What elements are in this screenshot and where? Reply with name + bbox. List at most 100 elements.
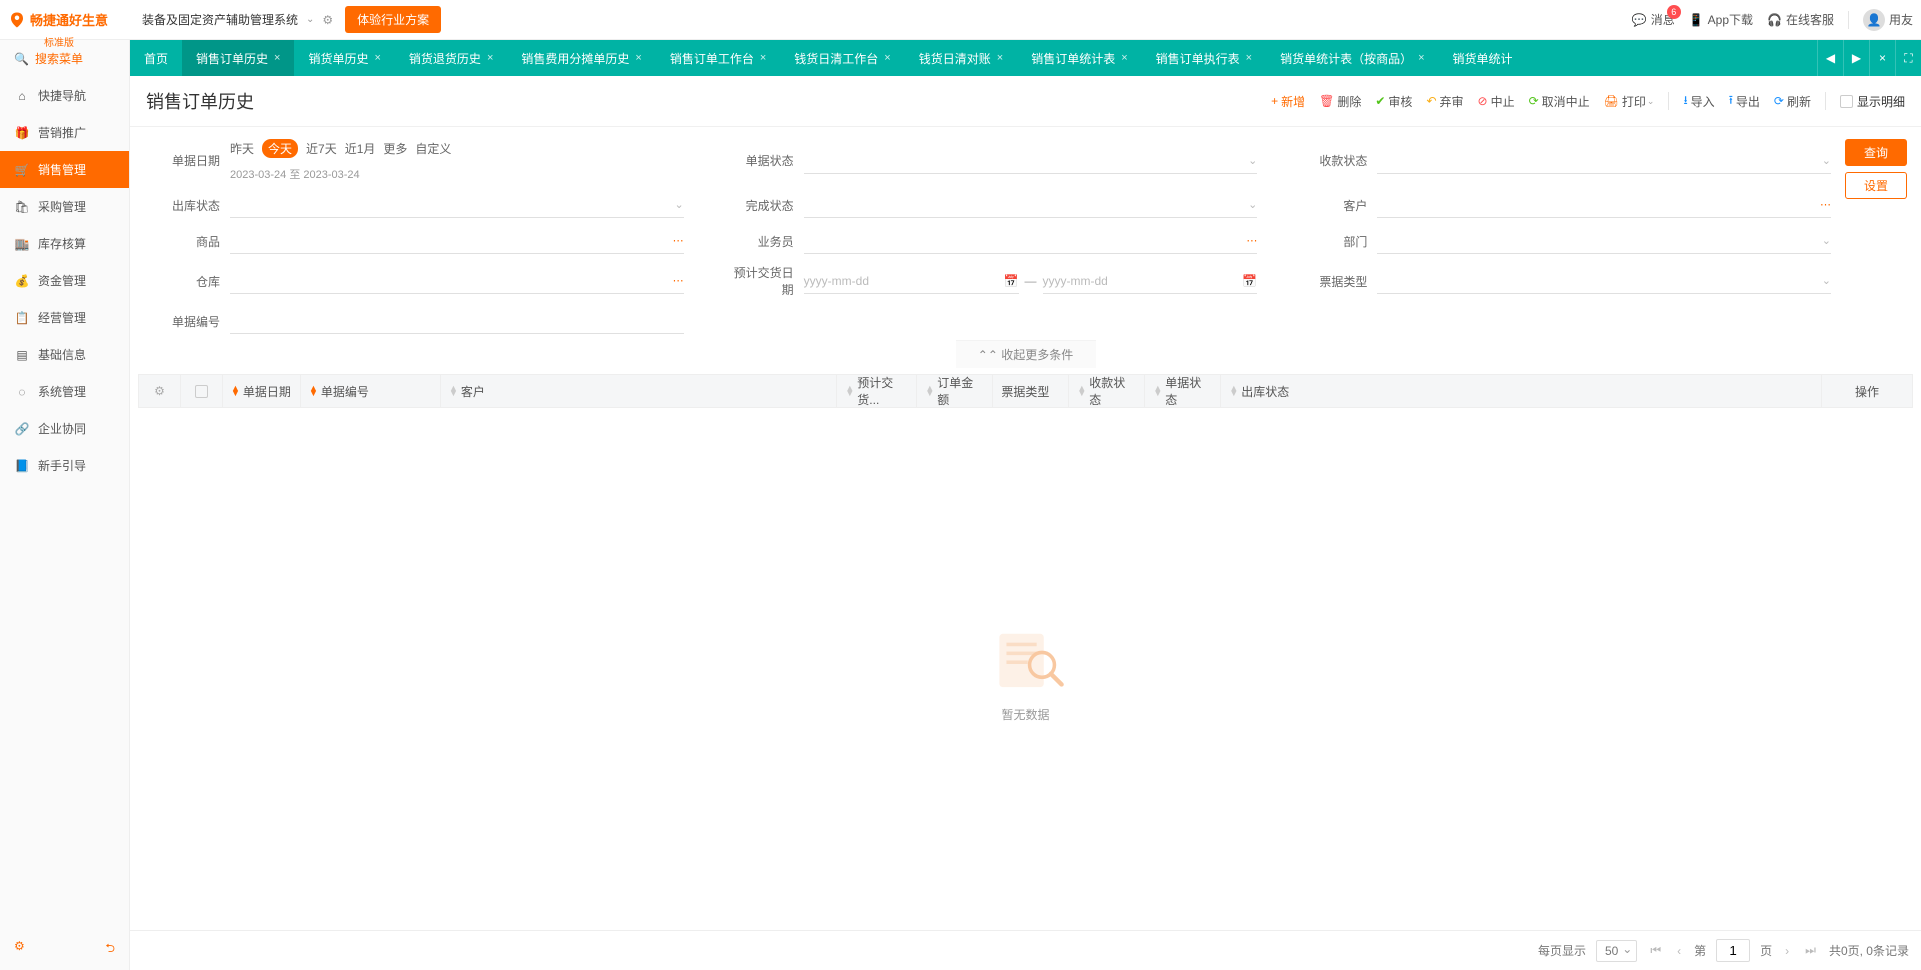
solution-button[interactable]: 体验行业方案 <box>345 6 441 33</box>
close-icon[interactable]: × <box>635 52 641 64</box>
sidebar-item-operation[interactable]: 📋经营管理 <box>0 299 129 336</box>
sidebar-item-quicknav[interactable]: ⌂快捷导航 <box>0 77 129 114</box>
close-icon[interactable]: × <box>374 52 380 64</box>
close-icon[interactable]: × <box>487 52 493 64</box>
audit-button[interactable]: ✔审核 <box>1375 93 1412 110</box>
first-page-button[interactable]: ⏮ <box>1647 943 1664 958</box>
bill-status-select[interactable]: ⌄ <box>804 148 1258 174</box>
next-page-button[interactable]: › <box>1782 944 1792 958</box>
sidebar-item-sales[interactable]: 🛒销售管理 <box>0 151 129 188</box>
sidebar-item-finance[interactable]: 💰资金管理 <box>0 262 129 299</box>
tab-sales-stats[interactable]: 销货单统计 <box>1439 40 1527 76</box>
show-detail-checkbox[interactable]: 显示明细 <box>1840 93 1905 110</box>
tab-order-stats[interactable]: 销售订单统计表× <box>1017 40 1141 76</box>
last-page-button[interactable]: ⏭ <box>1802 943 1819 958</box>
sidebar: 🔍 搜索菜单 ⌂快捷导航 🎁营销推广 🛒销售管理 🛍采购管理 🏬库存核算 💰资金… <box>0 40 130 970</box>
tabs-scroll-left[interactable]: ◀ <box>1817 40 1843 76</box>
deliver-date-to[interactable]: yyyy-mm-dd📅 <box>1043 268 1258 294</box>
print-button[interactable]: 🖨打印⌄ <box>1604 93 1655 110</box>
export-button[interactable]: ⭱导出 <box>1729 91 1760 112</box>
col-date[interactable]: ▲▼单据日期 <box>223 375 301 407</box>
collapse-icon[interactable]: ⮌ <box>105 939 115 960</box>
sidebar-item-system[interactable]: ◌系统管理 <box>0 373 129 410</box>
tab-order-exec[interactable]: 销售订单执行表× <box>1142 40 1266 76</box>
pay-status-select[interactable]: ⌄ <box>1377 148 1831 174</box>
close-icon[interactable]: × <box>997 52 1003 64</box>
dq-1month[interactable]: 近1月 <box>345 140 376 157</box>
tab-sales-history[interactable]: 销货单历史× <box>294 40 394 76</box>
close-icon[interactable]: × <box>274 52 280 64</box>
download-button[interactable]: 📱 App下载 <box>1689 11 1753 28</box>
col-customer[interactable]: ▲▼客户 <box>441 375 837 407</box>
user-menu[interactable]: 👤 用友 <box>1863 9 1913 31</box>
close-icon[interactable]: × <box>1418 52 1424 64</box>
col-status[interactable]: ▲▼单据状态 <box>1145 375 1221 407</box>
warehouse-icon: 🏬 <box>14 237 30 251</box>
salesman-picker[interactable]: ⋯ <box>804 228 1258 254</box>
abandon-button[interactable]: ↶弃审 <box>1426 93 1463 110</box>
dq-custom[interactable]: 自定义 <box>415 140 451 157</box>
sidebar-item-marketing[interactable]: 🎁营销推广 <box>0 114 129 151</box>
settings-button[interactable]: 设置 <box>1845 172 1907 199</box>
database-icon: ▤ <box>14 348 30 362</box>
col-no[interactable]: ▲▼单据编号 <box>301 375 441 407</box>
messages-button[interactable]: 💬 消息 6 <box>1632 11 1675 28</box>
finish-status-select[interactable]: ⌄ <box>804 192 1258 218</box>
warehouse-picker[interactable]: ⋯ <box>230 268 684 294</box>
delete-button[interactable]: 🗑删除 <box>1319 93 1361 110</box>
dept-select[interactable]: ⌄ <box>1377 228 1831 254</box>
deliver-date-from[interactable]: yyyy-mm-dd📅 <box>804 268 1019 294</box>
col-out[interactable]: ▲▼出库状态 <box>1221 375 1822 407</box>
tab-order-workbench[interactable]: 销售订单工作台× <box>656 40 780 76</box>
dq-7days[interactable]: 近7天 <box>306 140 337 157</box>
sidebar-item-purchase[interactable]: 🛍采购管理 <box>0 188 129 225</box>
close-icon[interactable]: × <box>884 52 890 64</box>
tab-daily-workbench[interactable]: 钱货日清工作台× <box>780 40 904 76</box>
dq-yesterday[interactable]: 昨天 <box>230 140 254 157</box>
out-status-select[interactable]: ⌄ <box>230 192 684 218</box>
system-selector[interactable]: 装备及固定资产辅助管理系统 ⌄ <box>142 11 314 28</box>
col-checkbox[interactable] <box>181 375 223 407</box>
tabs-scroll-right[interactable]: ▶ <box>1843 40 1869 76</box>
tab-home[interactable]: 首页 <box>130 40 182 76</box>
close-icon[interactable]: × <box>760 52 766 64</box>
search-button[interactable]: 查询 <box>1845 139 1907 166</box>
sidebar-item-guide[interactable]: 📘新手引导 <box>0 447 129 484</box>
prev-page-button[interactable]: ‹ <box>1674 944 1684 958</box>
dq-today[interactable]: 今天 <box>262 139 298 158</box>
tab-sales-order-history[interactable]: 销售订单历史× <box>182 40 294 76</box>
stop-button[interactable]: ⊘中止 <box>1478 93 1515 110</box>
collapse-filters[interactable]: ⌃⌃ 收起更多条件 <box>956 340 1096 368</box>
col-settings[interactable]: ⚙ <box>139 375 181 407</box>
bill-no-input[interactable] <box>230 308 684 334</box>
refresh-button[interactable]: ⟳刷新 <box>1774 93 1811 110</box>
customer-picker[interactable]: ⋯ <box>1377 192 1831 218</box>
gear-icon[interactable]: ⚙ <box>14 939 25 960</box>
sidebar-item-base[interactable]: ▤基础信息 <box>0 336 129 373</box>
sidebar-item-inventory[interactable]: 🏬库存核算 <box>0 225 129 262</box>
col-ticket[interactable]: 票据类型 <box>993 375 1069 407</box>
close-icon[interactable]: × <box>1246 52 1252 64</box>
unstop-button[interactable]: ⟳取消中止 <box>1529 93 1590 110</box>
tab-daily-recon[interactable]: 钱货日清对账× <box>905 40 1017 76</box>
gear-icon[interactable]: ⚙ <box>322 13 333 27</box>
tab-sales-stats-goods[interactable]: 销货单统计表（按商品）× <box>1266 40 1438 76</box>
fullscreen-icon[interactable]: ⛶ <box>1895 40 1921 76</box>
chevron-down-icon: ⌄ <box>674 198 683 211</box>
import-button[interactable]: ⭳导入 <box>1683 91 1714 112</box>
page-input[interactable] <box>1716 939 1750 962</box>
tab-return-history[interactable]: 销货退货历史× <box>395 40 507 76</box>
goods-picker[interactable]: ⋯ <box>230 228 684 254</box>
col-amount[interactable]: ▲▼订单金额 <box>917 375 993 407</box>
col-pay[interactable]: ▲▼收款状态 <box>1069 375 1145 407</box>
support-button[interactable]: 🎧 在线客服 <box>1767 11 1834 28</box>
tab-fee-history[interactable]: 销售费用分摊单历史× <box>507 40 655 76</box>
page-size-select[interactable]: 50 <box>1596 940 1637 962</box>
ticket-type-select[interactable]: ⌄ <box>1377 268 1831 294</box>
col-deliver[interactable]: ▲▼预计交货... <box>837 375 917 407</box>
close-icon[interactable]: × <box>1121 52 1127 64</box>
add-button[interactable]: +新增 <box>1271 93 1305 110</box>
sidebar-item-coop[interactable]: 🔗企业协同 <box>0 410 129 447</box>
tabs-close-all[interactable]: × <box>1869 40 1895 76</box>
dq-more[interactable]: 更多 <box>383 140 407 157</box>
